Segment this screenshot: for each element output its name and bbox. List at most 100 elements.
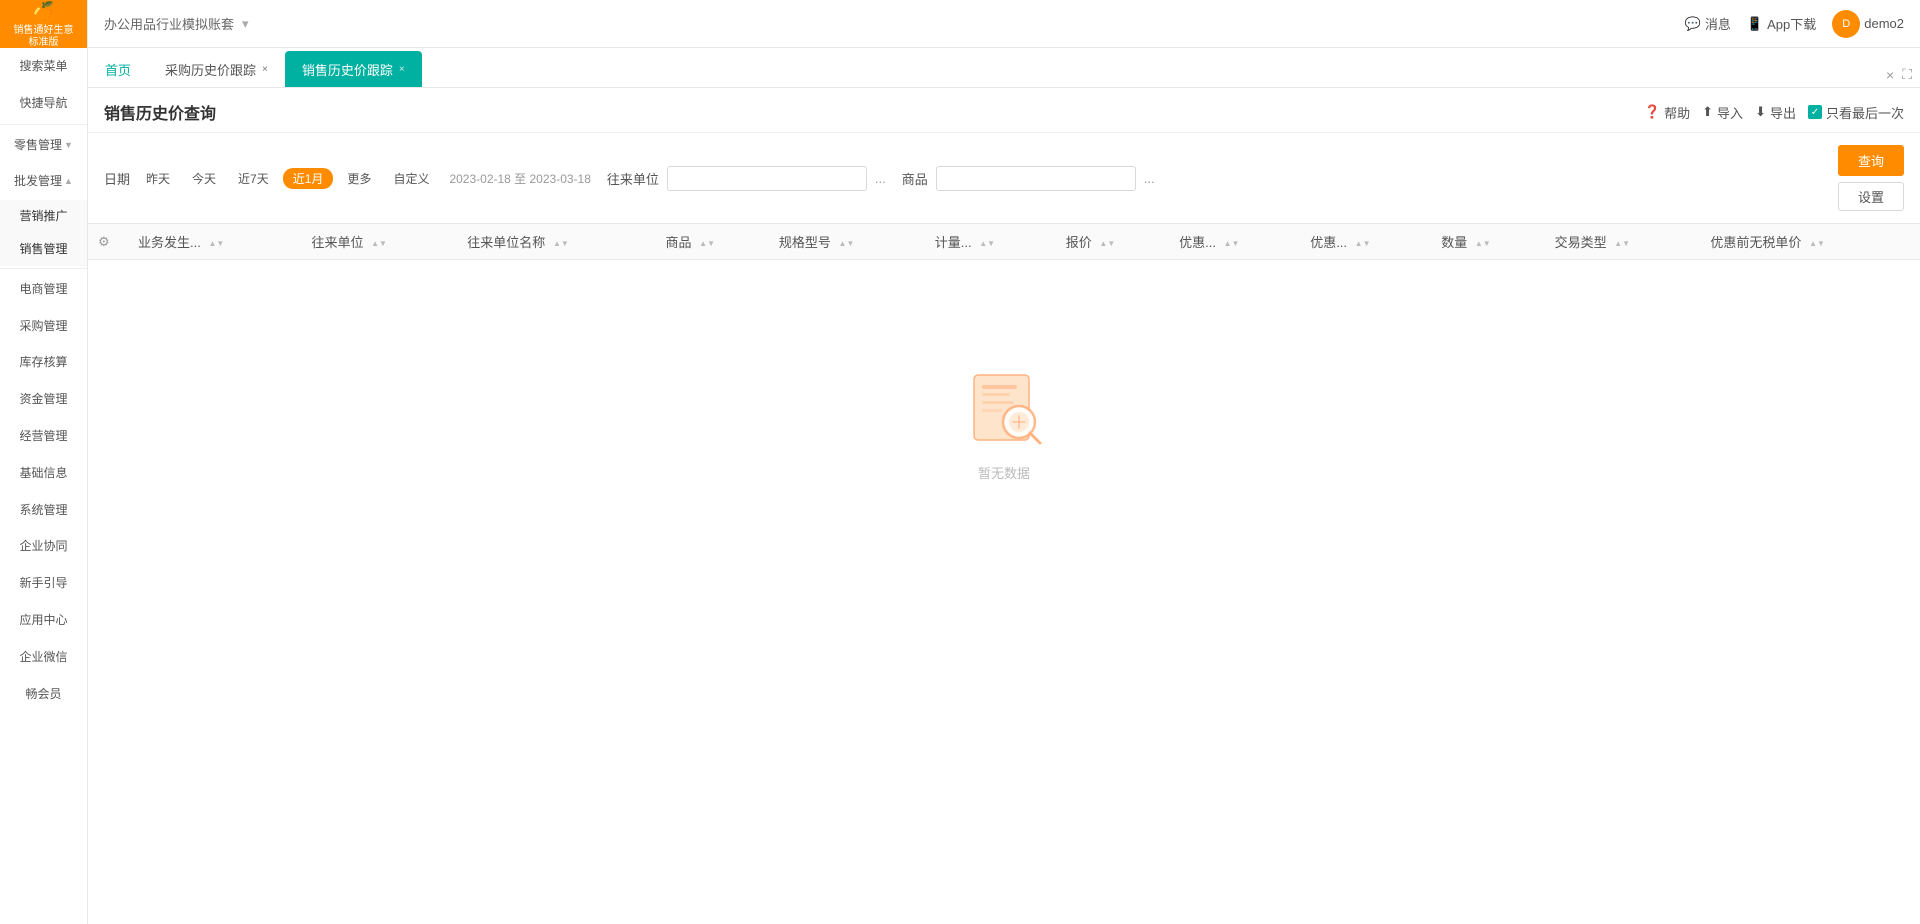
- export-icon: ⬇: [1755, 104, 1766, 120]
- date-btn-custom[interactable]: 自定义: [385, 168, 437, 189]
- message-button[interactable]: 💬 消息: [1685, 14, 1731, 33]
- goods-input[interactable]: [936, 166, 1136, 191]
- tab-close-all-button[interactable]: ×: [1886, 67, 1894, 83]
- col-settings: ⚙: [88, 224, 128, 260]
- sidebar-item-purchase[interactable]: 采购管理: [0, 308, 87, 345]
- partner-more-icon[interactable]: ...: [875, 171, 886, 186]
- col-biz-date[interactable]: 业务发生... ▲▼: [128, 224, 301, 260]
- logo-text: 销售通好生意 标准版: [14, 25, 74, 49]
- col-discount2[interactable]: 优惠... ▲▼: [1300, 224, 1431, 260]
- sidebar-item-marketing[interactable]: 营销推广: [0, 200, 87, 233]
- checkbox-icon: [1808, 105, 1822, 119]
- empty-illustration: [954, 360, 1054, 463]
- col-quantity[interactable]: 数量 ▲▼: [1431, 224, 1544, 260]
- goods-label: 商品: [902, 169, 928, 188]
- table-header: ⚙ 业务发生... ▲▼ 往来单位 ▲▼ 往来单位名称: [88, 224, 1920, 260]
- date-btn-yesterday[interactable]: 昨天: [138, 168, 178, 189]
- goods-filter-group: 商品 ...: [902, 166, 1155, 191]
- empty-text: 暂无数据: [978, 463, 1030, 482]
- sidebar-item-wholesale[interactable]: 批发管理 ▲: [0, 163, 87, 200]
- user-avatar-button[interactable]: D demo2: [1832, 10, 1904, 38]
- sidebar: 🍊 销售通好生意 标准版 搜索菜单 快捷导航 零售管理 ▼ 批发管理 ▲ 营销推…: [0, 0, 88, 924]
- col-discount1[interactable]: 优惠... ▲▼: [1169, 224, 1300, 260]
- column-settings-icon[interactable]: ⚙: [98, 234, 110, 249]
- sidebar-item-basics[interactable]: 基础信息: [0, 455, 87, 492]
- col-quote[interactable]: 报价 ▲▼: [1056, 224, 1169, 260]
- sort-pretax-price-icon: ▲▼: [1809, 239, 1825, 248]
- query-button[interactable]: 查询: [1838, 145, 1904, 176]
- partner-filter-group: 往来单位 ...: [607, 166, 886, 191]
- sidebar-item-search-menu[interactable]: 搜索菜单: [0, 48, 87, 85]
- header-left: 办公用品行业模拟账套 ▾: [104, 14, 249, 33]
- main-area: 办公用品行业模拟账套 ▾ 💬 消息 📱 App下载 D demo2 首页 采购历…: [88, 0, 1920, 924]
- sidebar-item-guide[interactable]: 新手引导: [0, 565, 87, 602]
- table-wrapper: ⚙ 业务发生... ▲▼ 往来单位 ▲▼ 往来单位名称: [88, 223, 1920, 260]
- col-partner[interactable]: 往来单位 ▲▼: [301, 224, 457, 260]
- wholesale-arrow-icon: ▲: [64, 175, 73, 188]
- tab-home[interactable]: 首页: [88, 51, 148, 87]
- sidebar-item-apps[interactable]: 应用中心: [0, 602, 87, 639]
- partner-label: 往来单位: [607, 169, 659, 188]
- sidebar-item-system[interactable]: 系统管理: [0, 492, 87, 529]
- tab-purchase-history-close[interactable]: ×: [262, 64, 268, 75]
- sort-quote-icon: ▲▼: [1099, 239, 1115, 248]
- col-partner-name[interactable]: 往来单位名称 ▲▼: [457, 224, 655, 260]
- partner-input[interactable]: [667, 166, 867, 191]
- date-btn-today[interactable]: 今天: [184, 168, 224, 189]
- app-download-button[interactable]: 📱 App下载: [1747, 14, 1816, 33]
- sidebar-item-finance[interactable]: 资金管理: [0, 381, 87, 418]
- import-button[interactable]: ⬆ 导入: [1702, 103, 1743, 122]
- sidebar-item-member[interactable]: 畅会员: [0, 676, 87, 713]
- tab-bar-actions: × ⛶: [1886, 66, 1920, 87]
- account-dropdown-label[interactable]: 办公用品行业模拟账套: [104, 14, 234, 33]
- col-goods[interactable]: 商品 ▲▼: [656, 224, 769, 260]
- col-unit[interactable]: 计量... ▲▼: [925, 224, 1056, 260]
- col-spec[interactable]: 规格型号 ▲▼: [769, 224, 925, 260]
- export-button[interactable]: ⬇ 导出: [1755, 103, 1796, 122]
- tab-sales-history-close[interactable]: ×: [399, 64, 405, 75]
- sort-quantity-icon: ▲▼: [1475, 239, 1491, 248]
- goods-more-icon[interactable]: ...: [1144, 171, 1155, 186]
- page-content: 销售历史价查询 ❓ 帮助 ⬆ 导入 ⬇ 导出: [88, 88, 1920, 924]
- col-pretax-price[interactable]: 优惠前无税单价 ▲▼: [1700, 224, 1920, 260]
- avatar: D: [1832, 10, 1860, 38]
- sidebar-item-operations[interactable]: 经营管理: [0, 418, 87, 455]
- help-button[interactable]: ❓ 帮助: [1644, 103, 1690, 122]
- tab-sales-history[interactable]: 销售历史价跟踪 ×: [285, 51, 422, 87]
- date-label: 日期: [104, 169, 130, 188]
- date-options: 昨天 今天 近7天 近1月 更多 自定义: [138, 168, 437, 189]
- sidebar-item-ecommerce[interactable]: 电商管理: [0, 271, 87, 308]
- help-icon: ❓: [1644, 104, 1660, 120]
- sort-partner-name-icon: ▲▼: [553, 239, 569, 248]
- date-btn-1month[interactable]: 近1月: [283, 168, 334, 189]
- sidebar-item-enterprise[interactable]: 企业协同: [0, 528, 87, 565]
- tab-bar: 首页 采购历史价跟踪 × 销售历史价跟踪 × × ⛶: [88, 48, 1920, 88]
- settings-button[interactable]: 设置: [1838, 182, 1904, 211]
- page-inner: 销售历史价查询 ❓ 帮助 ⬆ 导入 ⬇ 导出: [88, 88, 1920, 924]
- tab-purchase-history[interactable]: 采购历史价跟踪 ×: [148, 51, 285, 87]
- sidebar-item-wechat[interactable]: 企业微信: [0, 639, 87, 676]
- sidebar-item-inventory[interactable]: 库存核算: [0, 344, 87, 381]
- page-title: 销售历史价查询: [104, 100, 216, 124]
- sort-spec-icon: ▲▼: [839, 239, 855, 248]
- only-last-checkbox[interactable]: 只看最后一次: [1808, 103, 1904, 122]
- date-btn-more[interactable]: 更多: [339, 168, 379, 189]
- sidebar-item-quick-nav[interactable]: 快捷导航: [0, 85, 87, 122]
- sort-discount1-icon: ▲▼: [1224, 239, 1240, 248]
- app-icon: 📱: [1747, 16, 1763, 32]
- date-range-display: 2023-02-18 至 2023-03-18: [449, 170, 590, 187]
- empty-state: 暂无数据: [88, 260, 1920, 582]
- date-btn-7days[interactable]: 近7天: [230, 168, 277, 189]
- tab-expand-button[interactable]: ⛶: [1902, 66, 1912, 83]
- header-right: 💬 消息 📱 App下载 D demo2: [1685, 10, 1904, 38]
- filter-area: 日期 昨天 今天 近7天 近1月 更多 自定义 2023-02-18 至 202…: [88, 133, 1920, 223]
- col-trade-type[interactable]: 交易类型 ▲▼: [1545, 224, 1701, 260]
- message-icon: 💬: [1685, 16, 1701, 32]
- sidebar-item-retail[interactable]: 零售管理 ▼: [0, 127, 87, 164]
- sort-discount2-icon: ▲▼: [1355, 239, 1371, 248]
- dropdown-icon[interactable]: ▾: [242, 16, 249, 32]
- retail-arrow-icon: ▼: [64, 139, 73, 152]
- filter-action-buttons: 查询 设置: [1838, 145, 1904, 211]
- sidebar-item-sales[interactable]: 销售管理: [0, 233, 87, 266]
- logo: 🍊 销售通好生意 标准版: [0, 0, 87, 48]
